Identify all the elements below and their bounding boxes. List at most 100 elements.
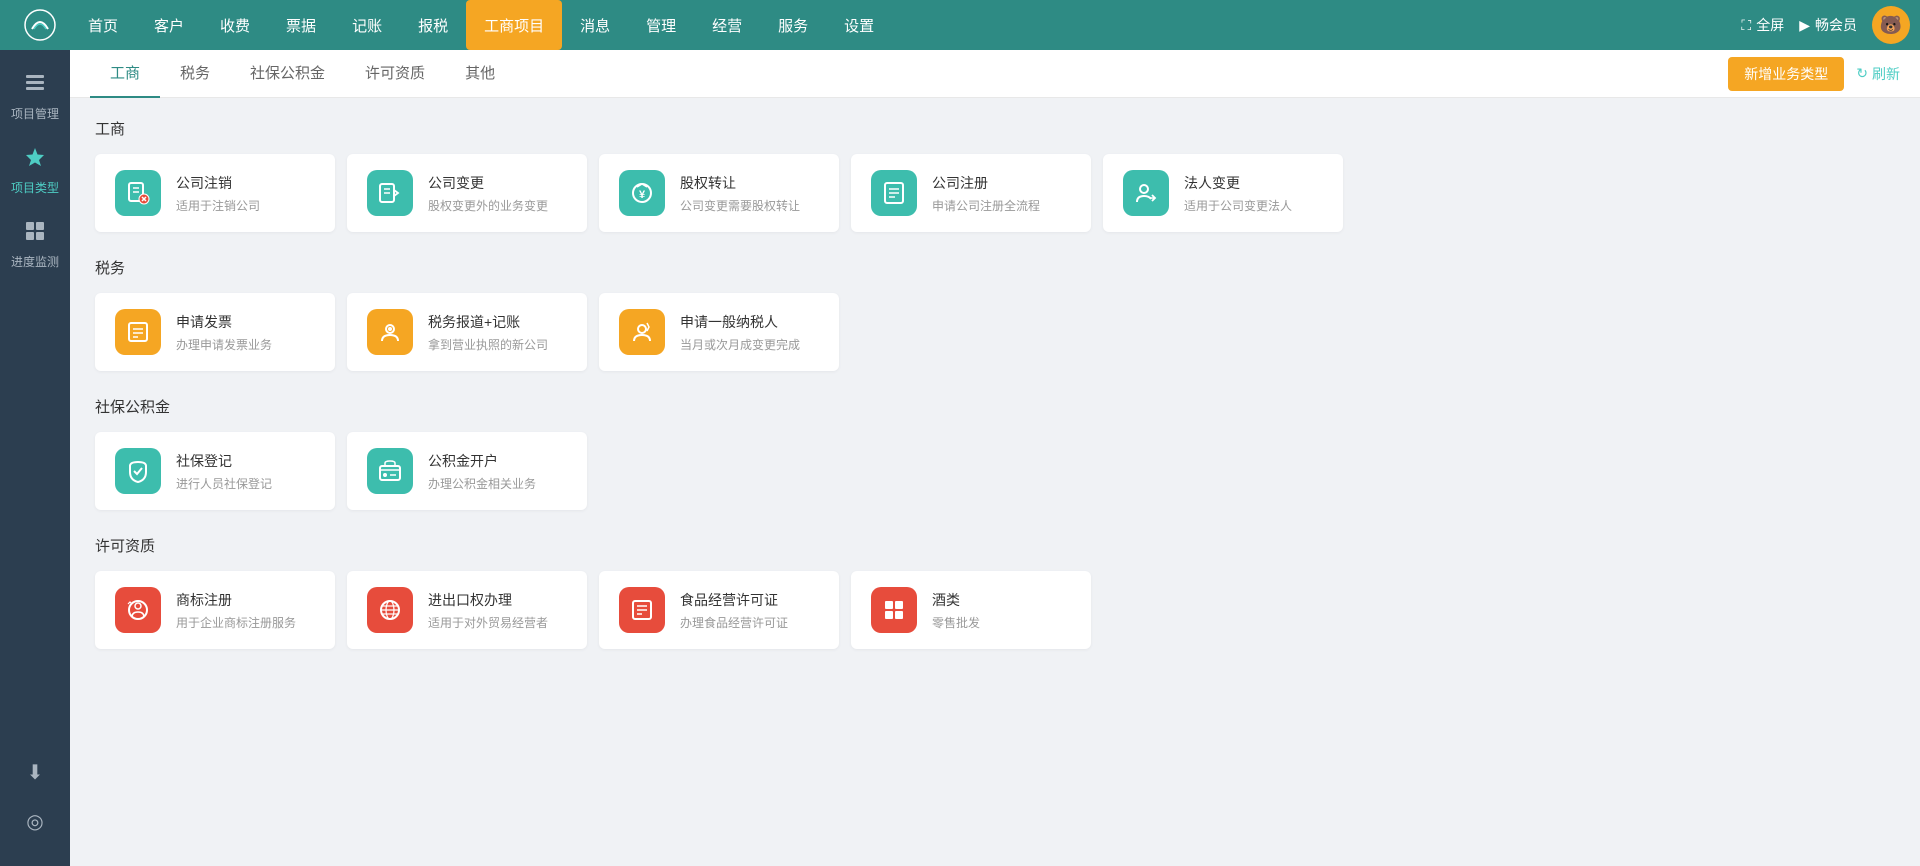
sidebar-location[interactable]: ◎ — [0, 797, 70, 846]
progress-icon — [24, 220, 46, 248]
tab-gongshang[interactable]: 工商 — [90, 50, 160, 98]
tab-other[interactable]: 其他 — [445, 50, 515, 98]
sidebar-download[interactable]: ⬇ — [0, 748, 70, 797]
sidebar-item-project-type[interactable]: 项目类型 — [0, 134, 70, 208]
card-equity-transfer[interactable]: ¥ 股权转让 公司变更需要股权转让 — [599, 154, 839, 232]
card-legal-change[interactable]: 法人变更 适用于公司变更法人 — [1103, 154, 1343, 232]
equity-transfer-text: 股权转让 公司变更需要股权转让 — [680, 173, 800, 214]
card-provident-fund[interactable]: 公积金开户 办理公积金相关业务 — [347, 432, 587, 510]
legal-change-text: 法人变更 适用于公司变更法人 — [1184, 173, 1292, 214]
invoice-apply-title: 申请发票 — [176, 312, 272, 332]
import-export-title: 进出口权办理 — [428, 590, 548, 610]
nav-operation[interactable]: 经营 — [694, 0, 760, 50]
invoice-apply-icon — [115, 309, 161, 355]
invoice-apply-text: 申请发票 办理申请发票业务 — [176, 312, 272, 353]
equity-transfer-title: 股权转让 — [680, 173, 800, 193]
card-trademark[interactable]: 商标注册 用于企业商标注册服务 — [95, 571, 335, 649]
section-title-shuiwu: 税务 — [95, 257, 1895, 278]
import-export-desc: 适用于对外贸易经营者 — [428, 614, 548, 631]
food-license-title: 食品经营许可证 — [680, 590, 788, 610]
nav-settings[interactable]: 设置 — [826, 0, 892, 50]
avatar[interactable]: 🐻 — [1872, 6, 1910, 44]
card-social-security[interactable]: 社保登记 进行人员社保登记 — [95, 432, 335, 510]
import-export-icon — [367, 587, 413, 633]
nav-home[interactable]: 首页 — [70, 0, 136, 50]
cards-grid-shuiwu: 申请发票 办理申请发票业务 税务报道+记账 拿到营业执照的新公 — [95, 293, 1895, 371]
company-change-icon — [367, 170, 413, 216]
location-icon: ◎ — [26, 809, 43, 834]
social-security-text: 社保登记 进行人员社保登记 — [176, 451, 272, 492]
scroll-content: 工商 公司注销 适用于 — [70, 98, 1920, 866]
provident-fund-icon — [367, 448, 413, 494]
food-license-icon — [619, 587, 665, 633]
top-nav: 首页 客户 收费 票据 记账 报税 工商项目 消息 管理 经营 服务 设置 ⛶ … — [0, 0, 1920, 50]
social-security-title: 社保登记 — [176, 451, 272, 471]
nav-accounting[interactable]: 记账 — [334, 0, 400, 50]
sidebar-label-project-type: 项目类型 — [11, 179, 59, 196]
card-tax-report[interactable]: 税务报道+记账 拿到营业执照的新公司 — [347, 293, 587, 371]
provident-fund-title: 公积金开户 — [428, 451, 536, 471]
general-taxpayer-icon — [619, 309, 665, 355]
tab-xuke[interactable]: 许可资质 — [345, 50, 445, 98]
tab-shuiwu[interactable]: 税务 — [160, 50, 230, 98]
alcohol-icon — [871, 587, 917, 633]
refresh-button[interactable]: ↻ 刷新 — [1856, 64, 1900, 84]
vip-btn[interactable]: ▶ 畅会员 — [1799, 15, 1857, 35]
alcohol-title: 酒类 — [932, 590, 980, 610]
card-food-license[interactable]: 食品经营许可证 办理食品经营许可证 — [599, 571, 839, 649]
company-register-text: 公司注册 申请公司注册全流程 — [932, 173, 1040, 214]
company-cancel-desc: 适用于注销公司 — [176, 197, 260, 214]
trademark-icon — [115, 587, 161, 633]
card-company-change[interactable]: 公司变更 股权变更外的业务变更 — [347, 154, 587, 232]
refresh-icon: ↻ — [1856, 65, 1868, 82]
company-register-icon — [871, 170, 917, 216]
card-general-taxpayer[interactable]: 申请一般纳税人 当月或次月成变更完成 — [599, 293, 839, 371]
vip-icon: ▶ — [1799, 17, 1810, 34]
provident-fund-text: 公积金开户 办理公积金相关业务 — [428, 451, 536, 492]
card-company-register[interactable]: 公司注册 申请公司注册全流程 — [851, 154, 1091, 232]
equity-transfer-desc: 公司变更需要股权转让 — [680, 197, 800, 214]
sidebar-item-progress[interactable]: 进度监测 — [0, 208, 70, 282]
card-import-export[interactable]: 进出口权办理 适用于对外贸易经营者 — [347, 571, 587, 649]
card-invoice-apply[interactable]: 申请发票 办理申请发票业务 — [95, 293, 335, 371]
invoice-apply-desc: 办理申请发票业务 — [176, 336, 272, 353]
nav-service[interactable]: 服务 — [760, 0, 826, 50]
tax-report-desc: 拿到营业执照的新公司 — [428, 336, 548, 353]
tab-shebao[interactable]: 社保公积金 — [230, 50, 345, 98]
nav-tax[interactable]: 报税 — [400, 0, 466, 50]
alcohol-text: 酒类 零售批发 — [932, 590, 980, 631]
company-register-desc: 申请公司注册全流程 — [932, 197, 1040, 214]
nav-business[interactable]: 工商项目 — [466, 0, 562, 50]
fullscreen-btn[interactable]: ⛶ 全屏 — [1741, 15, 1784, 35]
trademark-text: 商标注册 用于企业商标注册服务 — [176, 590, 296, 631]
fullscreen-icon: ⛶ — [1741, 17, 1751, 34]
tax-report-title: 税务报道+记账 — [428, 312, 548, 332]
nav-message[interactable]: 消息 — [562, 0, 628, 50]
card-company-cancel[interactable]: 公司注销 适用于注销公司 — [95, 154, 335, 232]
card-alcohol[interactable]: 酒类 零售批发 — [851, 571, 1091, 649]
alcohol-desc: 零售批发 — [932, 614, 980, 631]
provident-fund-desc: 办理公积金相关业务 — [428, 475, 536, 492]
general-taxpayer-text: 申请一般纳税人 当月或次月成变更完成 — [680, 312, 800, 353]
nav-manage[interactable]: 管理 — [628, 0, 694, 50]
import-export-text: 进出口权办理 适用于对外贸易经营者 — [428, 590, 548, 631]
nav-right: ⛶ 全屏 ▶ 畅会员 🐻 — [1741, 6, 1910, 44]
tab-bar: 工商 税务 社保公积金 许可资质 其他 新增业务类型 ↻ 刷新 — [70, 50, 1920, 98]
company-register-title: 公司注册 — [932, 173, 1040, 193]
section-title-xuke: 许可资质 — [95, 535, 1895, 556]
sidebar-label-progress: 进度监测 — [11, 253, 59, 270]
trademark-desc: 用于企业商标注册服务 — [176, 614, 296, 631]
nav-customer[interactable]: 客户 — [136, 0, 202, 50]
general-taxpayer-title: 申请一般纳税人 — [680, 312, 800, 332]
equity-transfer-icon: ¥ — [619, 170, 665, 216]
trademark-title: 商标注册 — [176, 590, 296, 610]
new-business-type-button[interactable]: 新增业务类型 — [1728, 57, 1844, 91]
food-license-desc: 办理食品经营许可证 — [680, 614, 788, 631]
sidebar-item-project-manage[interactable]: 项目管理 — [0, 60, 70, 134]
company-cancel-icon — [115, 170, 161, 216]
sidebar: 项目管理 项目类型 进度监测 ⬇ — [0, 50, 70, 866]
svg-text:¥: ¥ — [639, 189, 646, 201]
nav-fee[interactable]: 收费 — [202, 0, 268, 50]
cards-grid-xuke: 商标注册 用于企业商标注册服务 — [95, 571, 1895, 649]
nav-ticket[interactable]: 票据 — [268, 0, 334, 50]
